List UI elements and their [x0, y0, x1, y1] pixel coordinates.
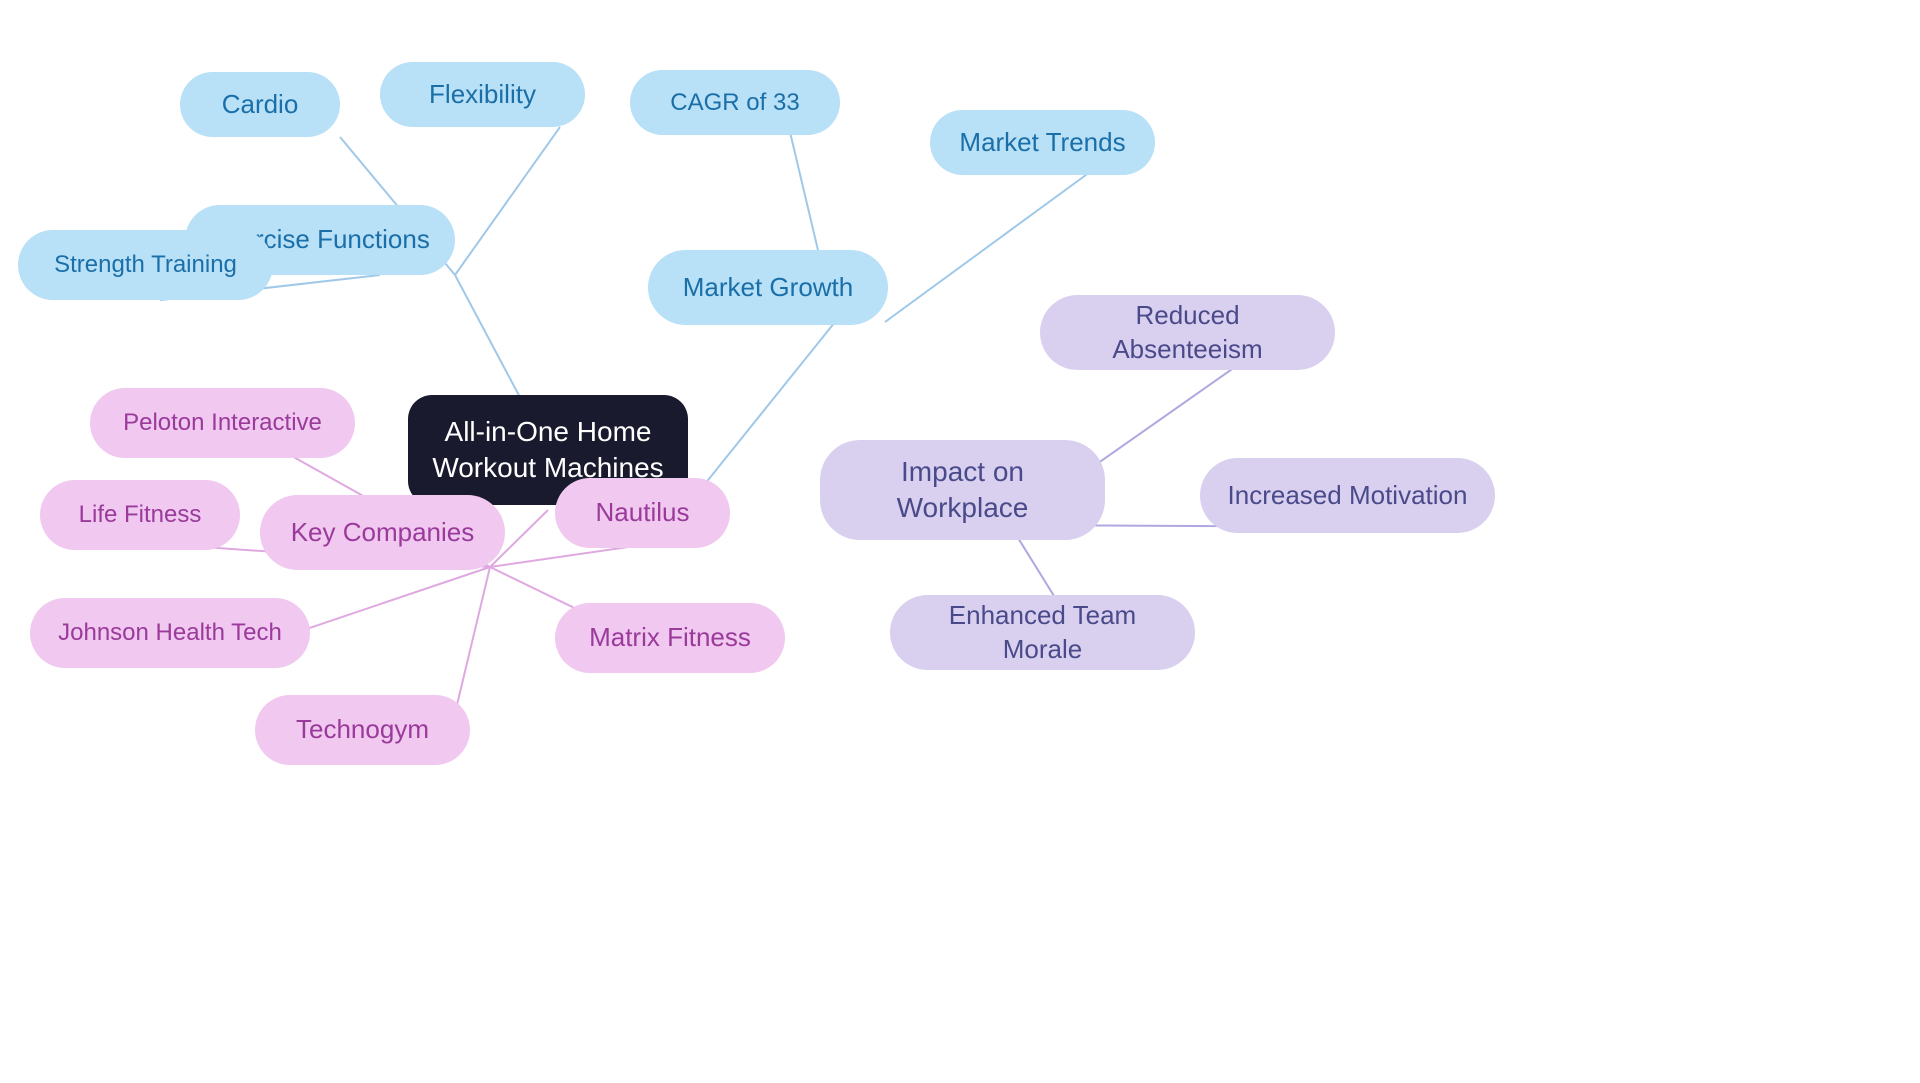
- strength-training-node: Strength Training: [18, 230, 273, 300]
- peloton-node: Peloton Interactive: [90, 388, 355, 458]
- reduced-absenteeism-node: Reduced Absenteeism: [1040, 295, 1335, 370]
- cardio-node: Cardio: [180, 72, 340, 137]
- cagr-node: CAGR of 33: [630, 70, 840, 135]
- enhanced-team-morale-node: Enhanced Team Morale: [890, 595, 1195, 670]
- impact-workplace-node: Impact on Workplace: [820, 440, 1105, 540]
- life-fitness-node: Life Fitness: [40, 480, 240, 550]
- matrix-fitness-node: Matrix Fitness: [555, 603, 785, 673]
- key-companies-node: Key Companies: [260, 495, 505, 570]
- flexibility-node: Flexibility: [380, 62, 585, 127]
- technogym-node: Technogym: [255, 695, 470, 765]
- market-growth-node: Market Growth: [648, 250, 888, 325]
- increased-motivation-node: Increased Motivation: [1200, 458, 1495, 533]
- nautilus-node: Nautilus: [555, 478, 730, 548]
- johnson-health-node: Johnson Health Tech: [30, 598, 310, 668]
- market-trends-node: Market Trends: [930, 110, 1155, 175]
